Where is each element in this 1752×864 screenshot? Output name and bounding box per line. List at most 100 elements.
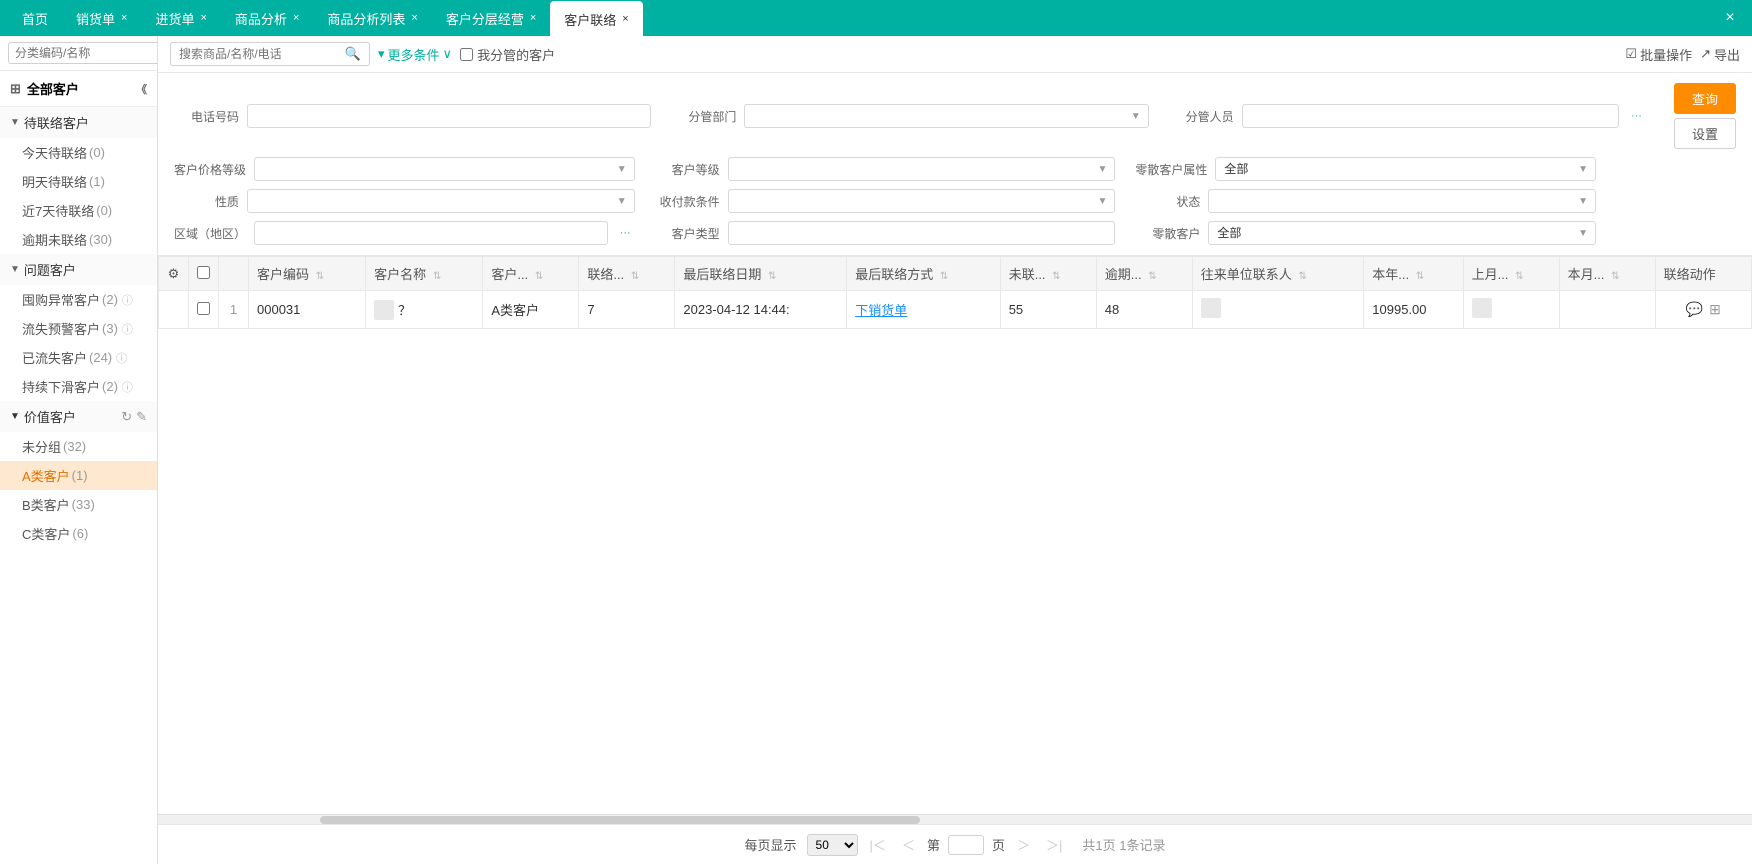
- more-filter-button[interactable]: ▾ 更多条件 ∨: [378, 45, 452, 64]
- sidebar-item-class-c[interactable]: C类客户 (6): [0, 519, 157, 548]
- payment-select[interactable]: [728, 189, 1116, 213]
- th-last-date[interactable]: 最后联络日期 ⇅: [675, 257, 847, 291]
- close-customer-tier-tab[interactable]: ×: [530, 12, 536, 24]
- current-page-input[interactable]: 1: [948, 835, 984, 855]
- collapse-sidebar-icon[interactable]: 《: [136, 81, 147, 97]
- refresh-icon[interactable]: ↻: [121, 409, 132, 425]
- person-more-btn[interactable]: ···: [1627, 110, 1646, 122]
- th-overdue[interactable]: 逾期... ⇅: [1096, 257, 1192, 291]
- sidebar-item-hoarding[interactable]: 囤购异常客户 (2) ⓘ: [0, 285, 157, 314]
- nav-tab-purchase[interactable]: 进货单 ×: [141, 0, 220, 36]
- chat-action-icon[interactable]: 💬: [1686, 301, 1703, 318]
- row-checkbox[interactable]: [197, 302, 210, 315]
- sidebar-item-class-a[interactable]: A类客户 (1): [0, 461, 157, 490]
- price-level-select[interactable]: [254, 157, 635, 181]
- status-select[interactable]: [1208, 189, 1596, 213]
- sidebar-item-tomorrow[interactable]: 明天待联络 (1): [0, 167, 157, 196]
- query-button[interactable]: 查询: [1674, 83, 1736, 114]
- sidebar-section-value-title[interactable]: ▼ 价值客户 ↻ ✎: [0, 401, 157, 432]
- retail-customer-select[interactable]: 全部: [1208, 221, 1596, 245]
- sidebar-item-7days[interactable]: 近7天待联络 (0): [0, 196, 157, 225]
- info-icon-churn-warning: ⓘ: [122, 321, 133, 337]
- sort-icon-unit-contact: ⇅: [1298, 271, 1306, 282]
- close-sales-tab[interactable]: ×: [121, 12, 127, 24]
- arrow-down-icon-3: ▼: [10, 411, 20, 422]
- status-wrapper: ▼: [1208, 189, 1596, 213]
- sidebar-section-pending-title[interactable]: ▼ 待联络客户: [0, 107, 157, 138]
- my-customers-filter[interactable]: 我分管的客户: [460, 45, 555, 64]
- content-area: 🔍 ▾ 更多条件 ∨ 我分管的客户 ☑ 批量操作 ↗ 导出: [158, 36, 1752, 864]
- th-level[interactable]: 客户... ⇅: [483, 257, 579, 291]
- nav-tab-customer-tier[interactable]: 客户分层经营 ×: [432, 0, 550, 36]
- sidebar-item-churn-warning[interactable]: 流失预警客户 (3) ⓘ: [0, 314, 157, 343]
- sort-icon-current-year: ⇅: [1416, 271, 1424, 282]
- th-name[interactable]: 客户名称 ⇅: [366, 257, 483, 291]
- th-current-year[interactable]: 本年... ⇅: [1364, 257, 1463, 291]
- sidebar-all-customers[interactable]: ⊞ 全部客户 《: [0, 71, 157, 107]
- filter-search-input[interactable]: [179, 47, 345, 61]
- customer-type-label: 客户类型: [655, 225, 720, 242]
- sidebar-item-unclassified[interactable]: 未分组 (32): [0, 432, 157, 461]
- region-more-btn[interactable]: ···: [616, 227, 635, 239]
- nature-select[interactable]: [247, 189, 635, 213]
- person-input[interactable]: [1242, 104, 1619, 128]
- th-index: [219, 257, 249, 291]
- settings-button[interactable]: 设置: [1674, 118, 1736, 149]
- close-product-list-tab[interactable]: ×: [411, 12, 417, 24]
- th-current-month[interactable]: 本月... ⇅: [1559, 257, 1655, 291]
- nav-tab-customer-contact[interactable]: 客户联络 ×: [550, 1, 642, 37]
- sidebar-item-class-b[interactable]: B类客户 (33): [0, 490, 157, 519]
- horizontal-scrollbar[interactable]: [158, 814, 1752, 824]
- edit-icon[interactable]: ✎: [136, 409, 147, 425]
- sidebar-item-overdue[interactable]: 逾期未联络 (30): [0, 225, 157, 254]
- first-page-button[interactable]: |＜: [866, 833, 890, 856]
- batch-operation-button[interactable]: ☑ 批量操作: [1625, 45, 1692, 64]
- prev-page-button[interactable]: ＜: [898, 833, 919, 856]
- nav-tab-sales[interactable]: 销货单 ×: [62, 0, 141, 36]
- select-all-checkbox[interactable]: [197, 266, 210, 279]
- dept-select[interactable]: [744, 104, 1148, 128]
- close-purchase-tab[interactable]: ×: [200, 12, 206, 24]
- th-gear[interactable]: ⚙: [159, 257, 189, 291]
- th-unit-contact[interactable]: 往来单位联系人 ⇅: [1192, 257, 1364, 291]
- customer-type-input[interactable]: [728, 221, 1116, 245]
- filter-search-icon[interactable]: 🔍: [345, 46, 361, 62]
- link-action-icon[interactable]: ⊞: [1709, 301, 1721, 318]
- sidebar-item-today[interactable]: 今天待联络 (0): [0, 138, 157, 167]
- th-contact[interactable]: 联络... ⇅: [579, 257, 675, 291]
- sidebar-search-area: 🔍: [0, 36, 157, 71]
- sidebar-section-problem-title[interactable]: ▼ 问题客户: [0, 254, 157, 285]
- sidebar-item-declining[interactable]: 持续下滑客户 (2) ⓘ: [0, 372, 157, 401]
- sidebar-search-input[interactable]: [8, 42, 158, 64]
- next-page-button[interactable]: ＞: [1013, 833, 1034, 856]
- retail-attr-wrapper: 全部 ▼: [1215, 157, 1596, 181]
- th-code[interactable]: 客户编码 ⇅: [249, 257, 366, 291]
- my-customers-checkbox[interactable]: [460, 48, 473, 61]
- last-page-button[interactable]: ＞|: [1042, 833, 1066, 856]
- scroll-thumb[interactable]: [320, 816, 920, 824]
- th-last-month[interactable]: 上月... ⇅: [1463, 257, 1559, 291]
- nav-home[interactable]: 首页: [8, 0, 62, 36]
- sidebar-item-churned[interactable]: 已流失客户 (24) ⓘ: [0, 343, 157, 372]
- th-action: 联络动作: [1655, 257, 1751, 291]
- th-last-method[interactable]: 最后联络方式 ⇅: [847, 257, 1000, 291]
- page-end-label: 页: [992, 835, 1005, 854]
- query-buttons-area: 查询 设置: [1674, 83, 1736, 149]
- last-method-link[interactable]: 下销货单: [855, 303, 907, 318]
- customer-name-text[interactable]: ？: [398, 300, 411, 319]
- window-close-button[interactable]: ×: [1716, 4, 1744, 32]
- dept-label: 分管部门: [671, 108, 736, 125]
- close-customer-contact-tab[interactable]: ×: [622, 13, 628, 25]
- customer-level-select[interactable]: [728, 157, 1116, 181]
- nav-tab-product-list[interactable]: 商品分析列表 ×: [313, 0, 431, 36]
- nav-tab-product-analysis[interactable]: 商品分析 ×: [221, 0, 313, 36]
- problem-section-label: 问题客户: [24, 260, 76, 279]
- th-uncontacted[interactable]: 未联... ⇅: [1000, 257, 1096, 291]
- export-button[interactable]: ↗ 导出: [1700, 45, 1740, 64]
- page-size-select[interactable]: 50 100 200: [807, 834, 858, 856]
- sort-icon-name: ⇅: [433, 271, 441, 282]
- phone-input[interactable]: [247, 104, 651, 128]
- retail-attr-select[interactable]: 全部: [1215, 157, 1596, 181]
- close-product-analysis-tab[interactable]: ×: [293, 12, 299, 24]
- region-input[interactable]: [254, 221, 608, 245]
